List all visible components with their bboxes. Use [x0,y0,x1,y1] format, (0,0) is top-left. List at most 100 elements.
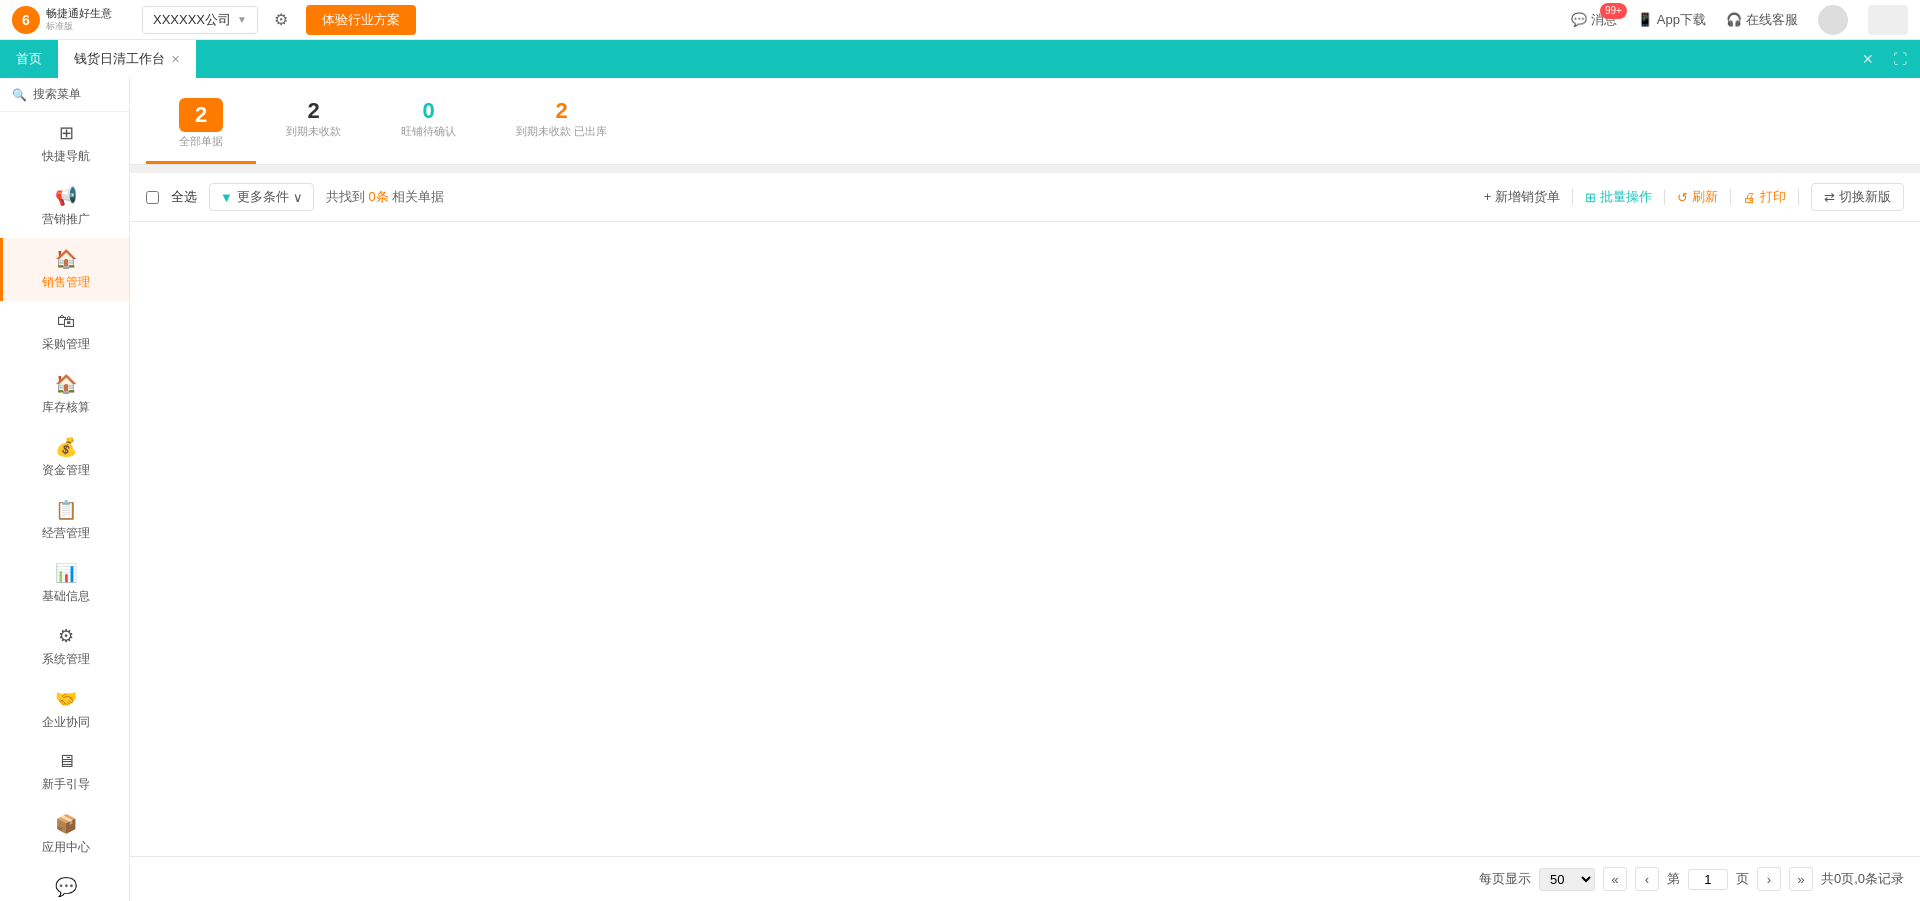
sidebar-item-finance[interactable]: 💰 资金管理 [0,426,129,489]
last-page-button[interactable]: » [1789,867,1813,891]
logo-icon-text: 6 [22,12,30,28]
trial-button[interactable]: 体验行业方案 [306,5,416,35]
sidebar-item-wechat[interactable]: 💬 企业微信 [0,866,129,901]
tab-bar-actions: ✕ ⛶ [1856,47,1920,71]
sidebar-item-system[interactable]: ⚙ 系统管理 [0,615,129,678]
sidebar-item-app-center[interactable]: 📦 应用中心 [0,803,129,866]
sidebar-item-sales[interactable]: 🏠 销售管理 [0,238,129,301]
chevron-down-icon: ▼ [237,14,247,25]
stat-tab-wangpu[interactable]: 0 旺铺待确认 [371,90,486,164]
message-button[interactable]: 💬 消息 99+ [1571,11,1617,29]
inventory-icon: 🏠 [55,373,77,395]
refresh-button[interactable]: ↺ 刷新 [1677,188,1718,206]
tab-home-label: 首页 [16,50,42,68]
company-selector[interactable]: XXXXXX公司 ▼ [142,6,258,34]
tab-qianhuoriqing-label: 钱货日清工作台 [74,50,165,68]
quick-nav-icon: ⊞ [59,122,74,144]
stat-label-wangpu: 旺铺待确认 [401,124,456,139]
filter-button[interactable]: ▼ 更多条件 ∨ [209,183,314,211]
wechat-icon: 💬 [55,876,77,898]
sidebar-item-beginner[interactable]: 🖥 新手引导 [0,741,129,803]
found-text-prefix: 共找到 [326,189,365,204]
top-header: 6 畅捷通好生意 标准版 XXXXXX公司 ▼ ⚙ 体验行业方案 💬 消息 99… [0,0,1920,40]
filter-label: 更多条件 [237,188,289,206]
logo-text-area: 畅捷通好生意 标准版 [46,6,112,33]
toolbar: 全选 ▼ 更多条件 ∨ 共找到 0条 相关单据 + 新增销货单 ⊞ 批量操作 [130,173,1920,222]
operations-icon: 📋 [55,499,77,521]
app-download-button[interactable]: 📱 App下载 [1637,11,1706,29]
sidebar-item-label: 新手引导 [42,776,90,793]
switch-icon: ⇄ [1824,190,1835,205]
switch-version-button[interactable]: ⇄ 切换新版 [1811,183,1904,211]
stat-number-overdue: 2 [307,98,319,124]
page-label: 第 [1667,870,1680,888]
stat-label-overdue: 到期未收款 [286,124,341,139]
tab-home[interactable]: 首页 [0,40,58,78]
divider [1664,189,1665,205]
sidebar-item-operations[interactable]: 📋 经营管理 [0,489,129,552]
stat-tab-overdue[interactable]: 2 到期未收款 [256,90,371,164]
online-service-button[interactable]: 🎧 在线客服 [1726,11,1798,29]
prev-page-button[interactable]: ‹ [1635,867,1659,891]
stat-tab-all[interactable]: 2 全部单据 [146,90,256,164]
print-button[interactable]: 🖨 打印 [1743,188,1786,206]
sales-icon: 🏠 [55,248,77,270]
tab-collapse-icon[interactable]: ✕ [1856,47,1880,71]
content-area: 2 全部单据 2 到期未收款 0 旺铺待确认 2 到期未收款 已出库 全选 ▼ … [130,78,1920,901]
avatar[interactable] [1818,5,1848,35]
sidebar-item-label: 快捷导航 [42,148,90,165]
tab-expand-icon[interactable]: ⛶ [1888,47,1912,71]
search-icon: 🔍 [12,88,27,102]
divider [1798,189,1799,205]
sidebar-item-enterprise[interactable]: 🤝 企业协同 [0,678,129,741]
first-page-button[interactable]: « [1603,867,1627,891]
select-all-checkbox[interactable] [146,191,159,204]
sidebar-item-purchase[interactable]: 🛍 采购管理 [0,301,129,363]
settings-icon[interactable]: ⚙ [266,5,296,35]
online-service-label: 在线客服 [1746,11,1798,29]
tab-close-icon[interactable]: ✕ [171,53,180,66]
sidebar-item-label: 经营管理 [42,525,90,542]
sidebar-item-basic-info[interactable]: 📊 基础信息 [0,552,129,615]
sidebar-item-quick-nav[interactable]: ⊞ 快捷导航 [0,112,129,175]
page-input[interactable] [1688,869,1728,890]
sidebar-item-label: 基础信息 [42,588,90,605]
divider [1572,189,1573,205]
stat-number-wangpu: 0 [422,98,434,124]
per-page-select[interactable]: 50 10 20 100 [1539,868,1595,891]
next-page-button[interactable]: › [1757,867,1781,891]
stat-tab-shipped[interactable]: 2 到期未收款 已出库 [486,90,637,164]
sidebar-item-inventory[interactable]: 🏠 库存核算 [0,363,129,426]
sidebar-item-label: 应用中心 [42,839,90,856]
add-sale-button[interactable]: + 新增销货单 [1484,188,1560,206]
refresh-label: 刷新 [1692,188,1718,206]
print-icon: 🖨 [1743,190,1756,205]
purchase-icon: 🛍 [57,311,75,332]
logo-icon: 6 [12,6,40,34]
basic-info-icon: 📊 [55,562,77,584]
search-menu-button[interactable]: 🔍 搜索菜单 [0,78,129,112]
stats-tabs: 2 全部单据 2 到期未收款 0 旺铺待确认 2 到期未收款 已出库 [130,78,1920,165]
batch-operation-button[interactable]: ⊞ 批量操作 [1585,188,1652,206]
stat-label-shipped: 到期未收款 已出库 [516,124,607,139]
service-icon: 🎧 [1726,12,1742,27]
filter-chevron-icon: ∨ [293,190,303,205]
toolbar-right: + 新增销货单 ⊞ 批量操作 ↺ 刷新 🖨 打印 [1484,183,1904,211]
pagination: 每页显示 50 10 20 100 « ‹ 第 页 › » 共0页,0条记录 [130,856,1920,901]
sidebar-item-label: 销售管理 [42,274,90,291]
tab-bar: 首页 钱货日清工作台 ✕ ✕ ⛶ [0,40,1920,78]
sidebar-item-label: 库存核算 [42,399,90,416]
sidebar-item-label: 资金管理 [42,462,90,479]
sidebar-item-marketing[interactable]: 📢 营销推广 [0,175,129,238]
filter-icon: ▼ [220,190,233,205]
total-label: 共0页,0条记录 [1821,870,1904,888]
message-icon: 💬 [1571,12,1587,27]
finance-icon: 💰 [55,436,77,458]
found-text-suffix: 相关单据 [392,189,444,204]
found-text: 共找到 0条 相关单据 [326,188,444,206]
user-menu[interactable] [1868,5,1908,35]
page-suffix: 页 [1736,870,1749,888]
sidebar: 🔍 搜索菜单 ⊞ 快捷导航 📢 营销推广 🏠 销售管理 🛍 采购管理 🏠 库存核… [0,78,130,901]
tab-qianhuoriqing[interactable]: 钱货日清工作台 ✕ [58,40,196,78]
stat-number-all: 2 [179,98,223,132]
